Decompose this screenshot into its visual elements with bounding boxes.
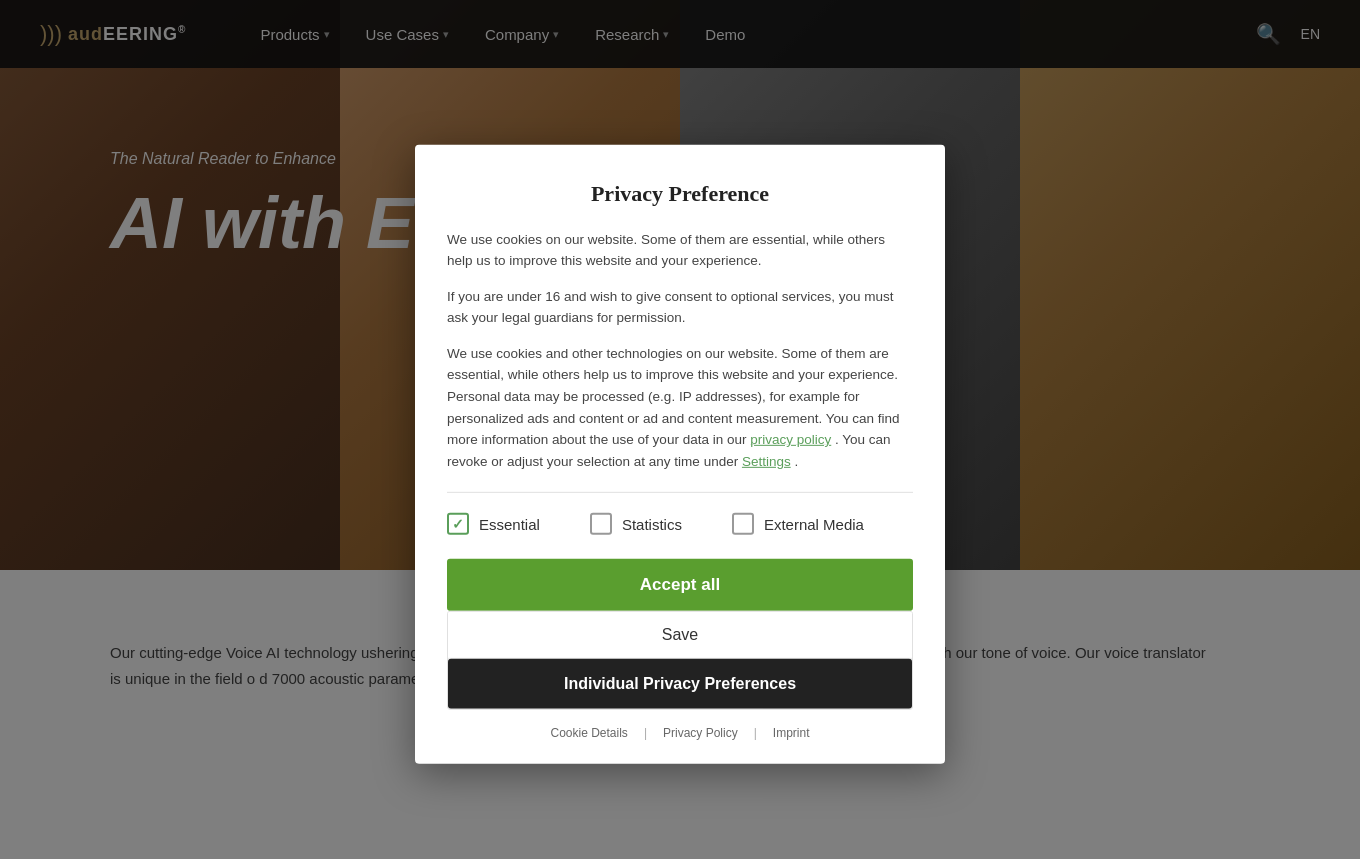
secondary-buttons: Save Individual Privacy Preferences — [447, 611, 913, 710]
cookie-details-link[interactable]: Cookie Details — [551, 726, 628, 740]
privacy-policy-link[interactable]: privacy policy — [750, 432, 831, 447]
save-button[interactable]: Save — [448, 612, 912, 658]
individual-preferences-button[interactable]: Individual Privacy Preferences — [448, 659, 912, 709]
checkbox-statistics: Statistics — [590, 513, 682, 535]
modal-paragraph-2: If you are under 16 and wish to give con… — [447, 286, 913, 329]
accept-all-button[interactable]: Accept all — [447, 559, 913, 611]
modal-title: Privacy Preference — [447, 180, 913, 206]
essential-checkbox[interactable] — [447, 513, 469, 535]
checkbox-row: Essential Statistics External Media — [447, 513, 913, 535]
settings-link[interactable]: Settings — [742, 454, 791, 469]
essential-label: Essential — [479, 516, 540, 533]
modal-footer: Cookie Details | Privacy Policy | Imprin… — [447, 726, 913, 740]
checkbox-essential: Essential — [447, 513, 540, 535]
external-media-label: External Media — [764, 516, 864, 533]
modal-paragraph-1: We use cookies on our website. Some of t… — [447, 228, 913, 271]
statistics-label: Statistics — [622, 516, 682, 533]
privacy-policy-footer-link[interactable]: Privacy Policy — [663, 726, 738, 740]
external-media-checkbox[interactable] — [732, 513, 754, 535]
modal-divider-top — [447, 492, 913, 493]
checkbox-external-media: External Media — [732, 513, 864, 535]
modal-paragraph-3: We use cookies and other technologies on… — [447, 343, 913, 473]
privacy-preference-modal: Privacy Preference We use cookies on our… — [415, 144, 945, 764]
statistics-checkbox[interactable] — [590, 513, 612, 535]
modal-body: We use cookies on our website. Some of t… — [447, 228, 913, 472]
imprint-link[interactable]: Imprint — [773, 726, 810, 740]
